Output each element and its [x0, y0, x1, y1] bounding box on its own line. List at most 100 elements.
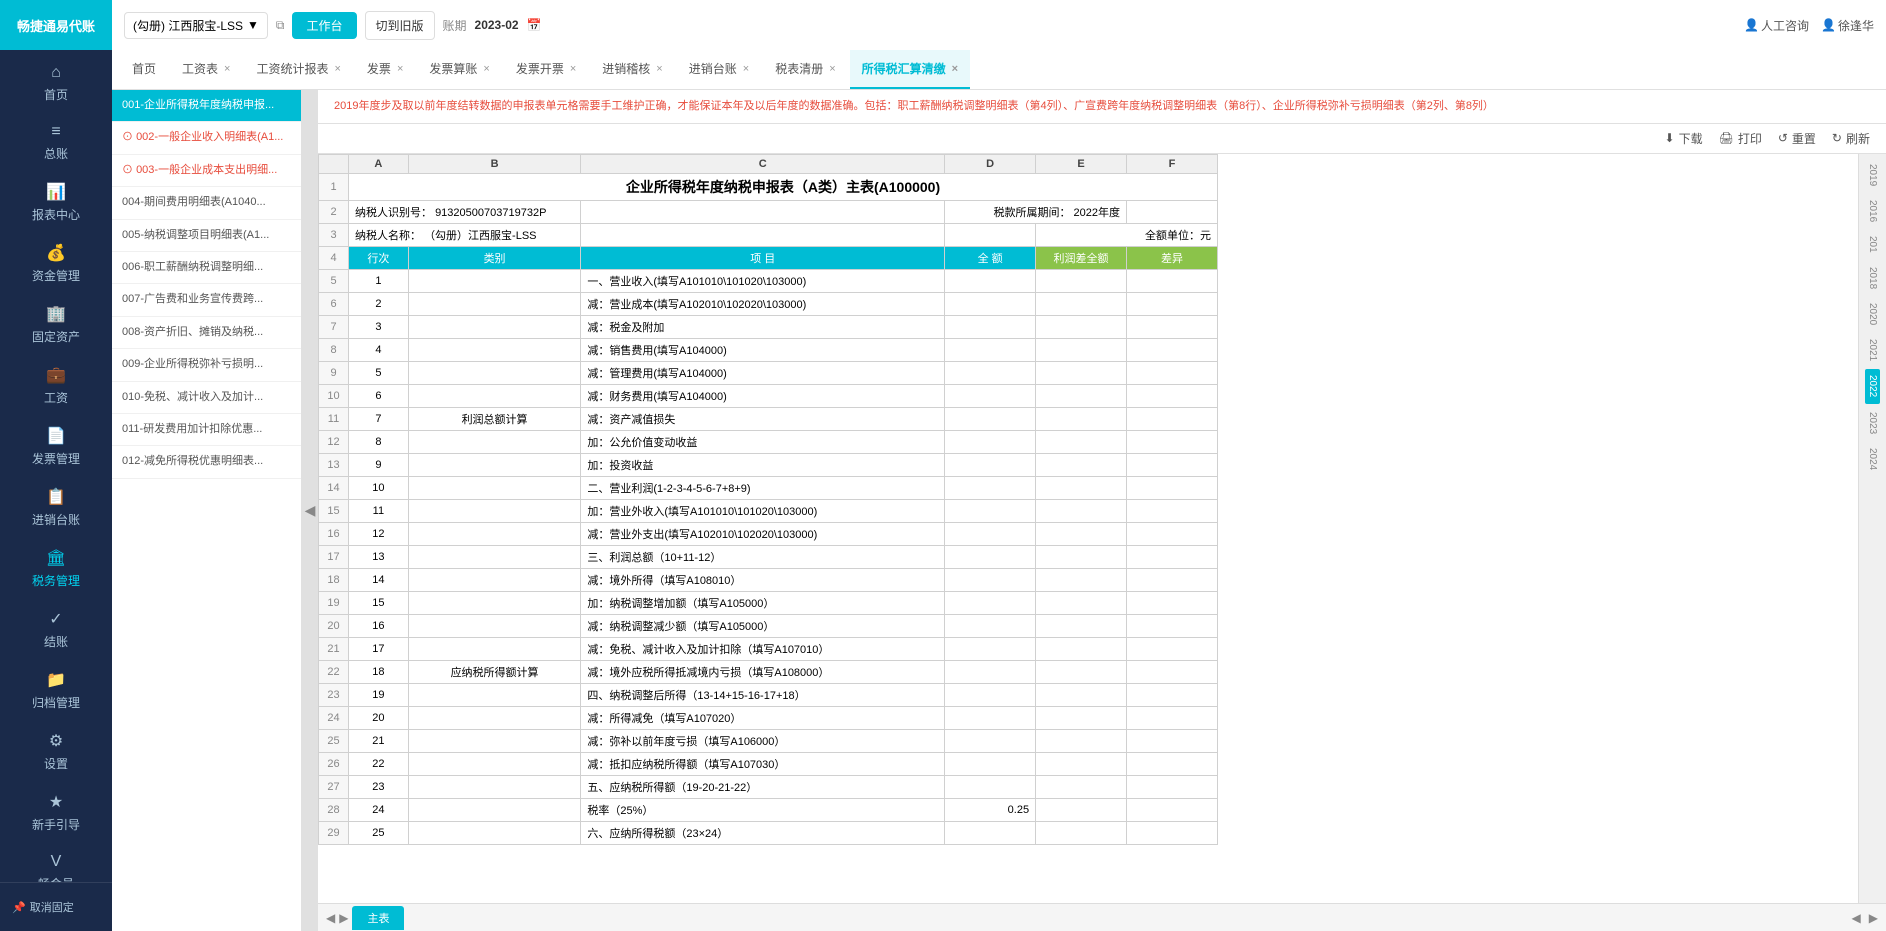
cell-amount[interactable]: 0.25 [945, 798, 1036, 821]
cell-profit[interactable] [1036, 361, 1127, 384]
cell-amount[interactable] [945, 568, 1036, 591]
timeline-2018[interactable]: 2018 [1865, 261, 1880, 295]
tab-close[interactable]: × [570, 63, 576, 75]
cell-diff[interactable] [1127, 568, 1218, 591]
cell-amount[interactable] [945, 292, 1036, 315]
left-panel-item-011[interactable]: 011-研发费用加计扣除优惠... [112, 414, 301, 446]
reset-button[interactable]: ↺ 重置 [1778, 130, 1816, 147]
cell-profit[interactable] [1036, 683, 1127, 706]
cell-amount[interactable] [945, 821, 1036, 844]
bottom-tab-main[interactable]: 主表 [352, 906, 404, 930]
cell-diff[interactable] [1127, 683, 1218, 706]
cell-amount[interactable] [945, 660, 1036, 683]
left-panel-item-006[interactable]: 006-职工薪酬纳税调整明细... [112, 252, 301, 284]
timeline-2020[interactable]: 2020 [1865, 297, 1880, 331]
calendar-icon[interactable]: 📅 [527, 18, 542, 32]
cell-amount[interactable] [945, 683, 1036, 706]
cell-amount[interactable] [945, 315, 1036, 338]
copy-icon[interactable]: ⧉ [276, 18, 285, 33]
cell-diff[interactable] [1127, 522, 1218, 545]
cell-diff[interactable] [1127, 453, 1218, 476]
cell-amount[interactable] [945, 591, 1036, 614]
workbench-button[interactable]: 工作台 [292, 12, 356, 39]
cell-profit[interactable] [1036, 798, 1127, 821]
cell-diff[interactable] [1127, 361, 1218, 384]
tab-close[interactable]: × [483, 63, 489, 75]
cell-diff[interactable] [1127, 591, 1218, 614]
cell-amount[interactable] [945, 729, 1036, 752]
tab-close[interactable]: × [334, 63, 340, 75]
tab-invoice[interactable]: 发票 × [355, 50, 415, 89]
tab-invoice-open[interactable]: 发票开票 × [504, 50, 588, 89]
timeline-201[interactable]: 201 [1865, 230, 1880, 259]
cell-amount[interactable] [945, 476, 1036, 499]
cell-profit[interactable] [1036, 614, 1127, 637]
cell-profit[interactable] [1036, 821, 1127, 844]
sidebar-item-guide[interactable]: ★ 新手引导 [0, 782, 112, 843]
left-panel-item-003[interactable]: ⊙ 003-一般企业成本支出明细... [112, 155, 301, 187]
cell-profit[interactable] [1036, 499, 1127, 522]
company-selector[interactable]: (勾册) 江西服宝-LSS ▼ [124, 12, 268, 39]
collapse-button[interactable]: ◀ [302, 90, 318, 931]
tab-close[interactable]: × [829, 63, 835, 75]
cell-profit[interactable] [1036, 706, 1127, 729]
cell-profit[interactable] [1036, 407, 1127, 430]
cell-profit[interactable] [1036, 269, 1127, 292]
cell-amount[interactable] [945, 775, 1036, 798]
cell-diff[interactable] [1127, 660, 1218, 683]
cell-profit[interactable] [1036, 384, 1127, 407]
cell-amount[interactable] [945, 384, 1036, 407]
prev-sheet-btn[interactable]: ◀ [326, 911, 335, 925]
cell-amount[interactable] [945, 545, 1036, 568]
cell-diff[interactable] [1127, 545, 1218, 568]
cell-amount[interactable] [945, 637, 1036, 660]
timeline-2023[interactable]: 2023 [1865, 406, 1880, 440]
cell-diff[interactable] [1127, 798, 1218, 821]
cell-profit[interactable] [1036, 545, 1127, 568]
tab-home[interactable]: 首页 [120, 50, 168, 89]
tab-income-tax[interactable]: 所得税汇算清缴 × [850, 50, 970, 89]
cell-diff[interactable] [1127, 499, 1218, 522]
tab-close[interactable]: × [656, 63, 662, 75]
cell-amount[interactable] [945, 430, 1036, 453]
cell-amount[interactable] [945, 499, 1036, 522]
timeline-2022[interactable]: 2022 [1865, 369, 1880, 403]
sidebar-item-general[interactable]: ≡ 总账 [0, 113, 112, 172]
cell-diff[interactable] [1127, 338, 1218, 361]
left-panel-item-007[interactable]: 007-广告费和业务宣传费跨... [112, 284, 301, 316]
tab-sales-check[interactable]: 进销稽核 × [590, 50, 674, 89]
cell-amount[interactable] [945, 361, 1036, 384]
cell-diff[interactable] [1127, 821, 1218, 844]
sidebar-item-settings[interactable]: ⚙ 设置 [0, 721, 112, 782]
cell-diff[interactable] [1127, 752, 1218, 775]
cell-amount[interactable] [945, 407, 1036, 430]
cell-amount[interactable] [945, 338, 1036, 361]
tab-salary-stat[interactable]: 工资统计报表 × [244, 50, 352, 89]
sidebar-item-tax[interactable]: 🏛 税务管理 [0, 538, 112, 599]
download-button[interactable]: ⬇ 下载 [1665, 130, 1703, 147]
cell-profit[interactable] [1036, 775, 1127, 798]
cell-amount[interactable] [945, 752, 1036, 775]
cell-amount[interactable] [945, 614, 1036, 637]
cell-profit[interactable] [1036, 637, 1127, 660]
unpin-button[interactable]: 📌 取消固定 [4, 893, 108, 921]
left-panel-item-004[interactable]: 004-期间费用明细表(A1040... [112, 187, 301, 219]
sidebar-item-salary[interactable]: 💼 工资 [0, 355, 112, 416]
sidebar-item-sales[interactable]: 📋 进销台账 [0, 477, 112, 538]
cell-profit[interactable] [1036, 315, 1127, 338]
cell-amount[interactable] [945, 269, 1036, 292]
cell-profit[interactable] [1036, 522, 1127, 545]
user-service[interactable]: 👤 人工咨询 [1744, 17, 1809, 34]
next-sheet-btn[interactable]: ▶ [339, 911, 348, 925]
tab-close[interactable]: × [743, 63, 749, 75]
left-panel-item-010[interactable]: 010-免税、减计收入及加计... [112, 382, 301, 414]
cell-diff[interactable] [1127, 430, 1218, 453]
sidebar-item-home[interactable]: ⌂ 首页 [0, 54, 112, 113]
left-panel-item-001[interactable]: 001-企业所得税年度纳税申报... [112, 90, 301, 122]
timeline-2016[interactable]: 2016 [1865, 194, 1880, 228]
left-panel-item-008[interactable]: 008-资产折旧、摊销及纳税... [112, 317, 301, 349]
cell-profit[interactable] [1036, 292, 1127, 315]
sidebar-item-archive[interactable]: 📁 归档管理 [0, 660, 112, 721]
sidebar-item-report[interactable]: 📊 报表中心 [0, 172, 112, 233]
tab-invoice-calc[interactable]: 发票算账 × [417, 50, 501, 89]
